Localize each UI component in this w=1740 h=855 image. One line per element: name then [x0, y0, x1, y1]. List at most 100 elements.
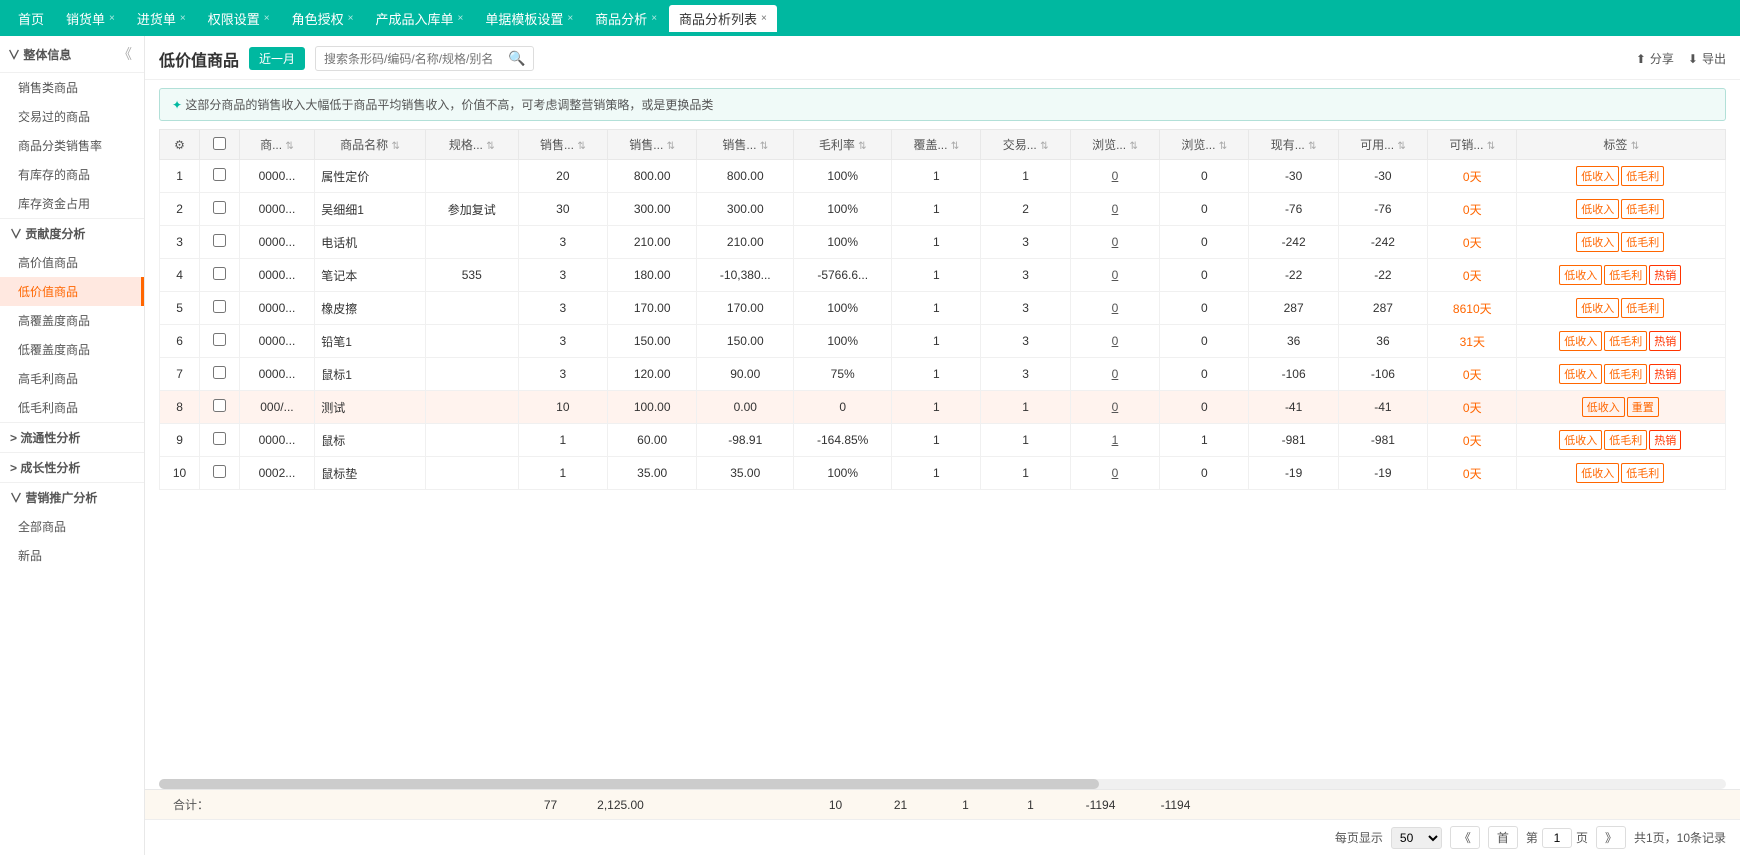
close-icon[interactable]: × [180, 13, 186, 24]
row-select-checkbox[interactable] [213, 399, 226, 412]
row-browse1[interactable]: 0 [1070, 193, 1159, 226]
table-wrapper[interactable]: ⚙ 商... ⇅ 商品名称 ⇅ 规格... ⇅ 销售... ⇅ 销售... ⇅ … [145, 129, 1740, 779]
browse1-link[interactable]: 0 [1112, 169, 1119, 183]
col-browse1[interactable]: 浏览... ⇅ [1070, 130, 1159, 160]
sidebar-item-low-margin[interactable]: 低毛利商品 [0, 393, 144, 422]
page-size-select[interactable]: 50 100 200 [1391, 827, 1442, 849]
row-checkbox[interactable] [200, 325, 240, 358]
close-icon[interactable]: × [651, 13, 657, 24]
nav-analysis-list[interactable]: 商品分析列表 × [669, 5, 777, 32]
col-settings[interactable]: ⚙ [160, 130, 200, 160]
sidebar-item-low-coverage[interactable]: 低覆盖度商品 [0, 335, 144, 364]
row-checkbox[interactable] [200, 358, 240, 391]
row-checkbox[interactable] [200, 292, 240, 325]
sidebar-item-high-coverage[interactable]: 高覆盖度商品 [0, 306, 144, 335]
sidebar-group-flow[interactable]: > 流通性分析 [0, 422, 144, 452]
row-select-checkbox[interactable] [213, 234, 226, 247]
browse1-link[interactable]: 0 [1112, 301, 1119, 315]
row-checkbox[interactable] [200, 226, 240, 259]
col-code[interactable]: 商... ⇅ [239, 130, 315, 160]
nav-finished-goods[interactable]: 产成品入库单 × [365, 5, 473, 32]
browse1-link[interactable]: 0 [1112, 367, 1119, 381]
col-saleable[interactable]: 可销... ⇅ [1428, 130, 1517, 160]
col-current-stock[interactable]: 现有... ⇅ [1249, 130, 1338, 160]
col-sale-amt[interactable]: 销售... ⇅ [608, 130, 697, 160]
sidebar-item-high-margin[interactable]: 高毛利商品 [0, 364, 144, 393]
export-button[interactable]: ⬇ 导出 [1688, 50, 1726, 67]
sidebar-item-new-products[interactable]: 新品 [0, 541, 144, 570]
row-select-checkbox[interactable] [213, 168, 226, 181]
row-select-checkbox[interactable] [213, 201, 226, 214]
horizontal-scrollbar[interactable] [159, 779, 1726, 789]
browse1-link[interactable]: 0 [1112, 202, 1119, 216]
row-checkbox[interactable] [200, 457, 240, 490]
col-gross-margin[interactable]: 毛利率 ⇅ [794, 130, 892, 160]
row-browse1[interactable]: 0 [1070, 325, 1159, 358]
row-select-checkbox[interactable] [213, 366, 226, 379]
row-browse1[interactable]: 0 [1070, 226, 1159, 259]
browse1-link[interactable]: 0 [1112, 400, 1119, 414]
row-checkbox[interactable] [200, 259, 240, 292]
sidebar-item-in-stock[interactable]: 有库存的商品 [0, 160, 144, 189]
col-checkbox[interactable] [200, 130, 240, 160]
search-input[interactable] [324, 52, 504, 66]
sidebar-group-growth[interactable]: > 成长性分析 [0, 452, 144, 482]
sidebar-item-stock-capital[interactable]: 库存资金占用 [0, 189, 144, 218]
row-browse1[interactable]: 1 [1070, 424, 1159, 457]
col-name[interactable]: 商品名称 ⇅ [315, 130, 426, 160]
search-icon[interactable]: 🔍 [508, 50, 525, 67]
sidebar-item-traded[interactable]: 交易过的商品 [0, 102, 144, 131]
browse1-link[interactable]: 0 [1112, 334, 1119, 348]
row-select-checkbox[interactable] [213, 300, 226, 313]
sidebar-item-sales-products[interactable]: 销售类商品 [0, 73, 144, 102]
close-icon[interactable]: × [457, 13, 463, 24]
sidebar-item-category-rate[interactable]: 商品分类销售率 [0, 131, 144, 160]
col-sale-price[interactable]: 销售... ⇅ [697, 130, 794, 160]
col-available[interactable]: 可用... ⇅ [1338, 130, 1427, 160]
row-browse1[interactable]: 0 [1070, 259, 1159, 292]
nav-template[interactable]: 单据模板设置 × [475, 5, 583, 32]
row-browse1[interactable]: 0 [1070, 358, 1159, 391]
sidebar-item-low-value[interactable]: 低价值商品 [0, 277, 144, 306]
row-browse1[interactable]: 0 [1070, 391, 1159, 424]
row-browse1[interactable]: 0 [1070, 457, 1159, 490]
close-icon[interactable]: × [264, 13, 270, 24]
nav-analysis[interactable]: 商品分析 × [585, 5, 667, 32]
col-sale-qty[interactable]: 销售... ⇅ [518, 130, 607, 160]
sidebar-group-contribution[interactable]: ∨ 贡献度分析 [0, 218, 144, 248]
time-filter-button[interactable]: 近一月 [249, 47, 305, 70]
select-all-checkbox[interactable] [213, 137, 226, 150]
row-select-checkbox[interactable] [213, 333, 226, 346]
row-checkbox[interactable] [200, 160, 240, 193]
row-browse1[interactable]: 0 [1070, 160, 1159, 193]
col-trade[interactable]: 交易... ⇅ [981, 130, 1070, 160]
close-icon[interactable]: × [348, 13, 354, 24]
col-browse2[interactable]: 浏览... ⇅ [1160, 130, 1249, 160]
close-icon[interactable]: × [761, 13, 767, 24]
page-input[interactable] [1542, 828, 1572, 848]
col-coverage[interactable]: 覆盖... ⇅ [892, 130, 981, 160]
share-button[interactable]: ⬆ 分享 [1636, 50, 1674, 67]
row-checkbox[interactable] [200, 391, 240, 424]
sidebar-group-marketing[interactable]: ∨ 营销推广分析 [0, 482, 144, 512]
close-icon[interactable]: × [567, 13, 573, 24]
row-select-checkbox[interactable] [213, 267, 226, 280]
next-page-btn[interactable]: 》 [1596, 826, 1626, 849]
row-select-checkbox[interactable] [213, 465, 226, 478]
col-spec[interactable]: 规格... ⇅ [425, 130, 518, 160]
row-checkbox[interactable] [200, 193, 240, 226]
browse1-link[interactable]: 1 [1112, 433, 1119, 447]
close-icon[interactable]: × [109, 13, 115, 24]
nav-role[interactable]: 角色授权 × [282, 5, 364, 32]
first-page-btn[interactable]: 《 [1450, 826, 1480, 849]
row-checkbox[interactable] [200, 424, 240, 457]
sidebar-item-high-value[interactable]: 高价值商品 [0, 248, 144, 277]
nav-sales[interactable]: 销货单 × [56, 5, 125, 32]
nav-home[interactable]: 首页 [8, 5, 54, 32]
browse1-link[interactable]: 0 [1112, 235, 1119, 249]
sidebar-item-all-products[interactable]: 全部商品 [0, 512, 144, 541]
sidebar-collapse-btn[interactable]: 《 [114, 42, 136, 66]
browse1-link[interactable]: 0 [1112, 466, 1119, 480]
scrollbar-thumb[interactable] [159, 779, 1099, 789]
row-select-checkbox[interactable] [213, 432, 226, 445]
